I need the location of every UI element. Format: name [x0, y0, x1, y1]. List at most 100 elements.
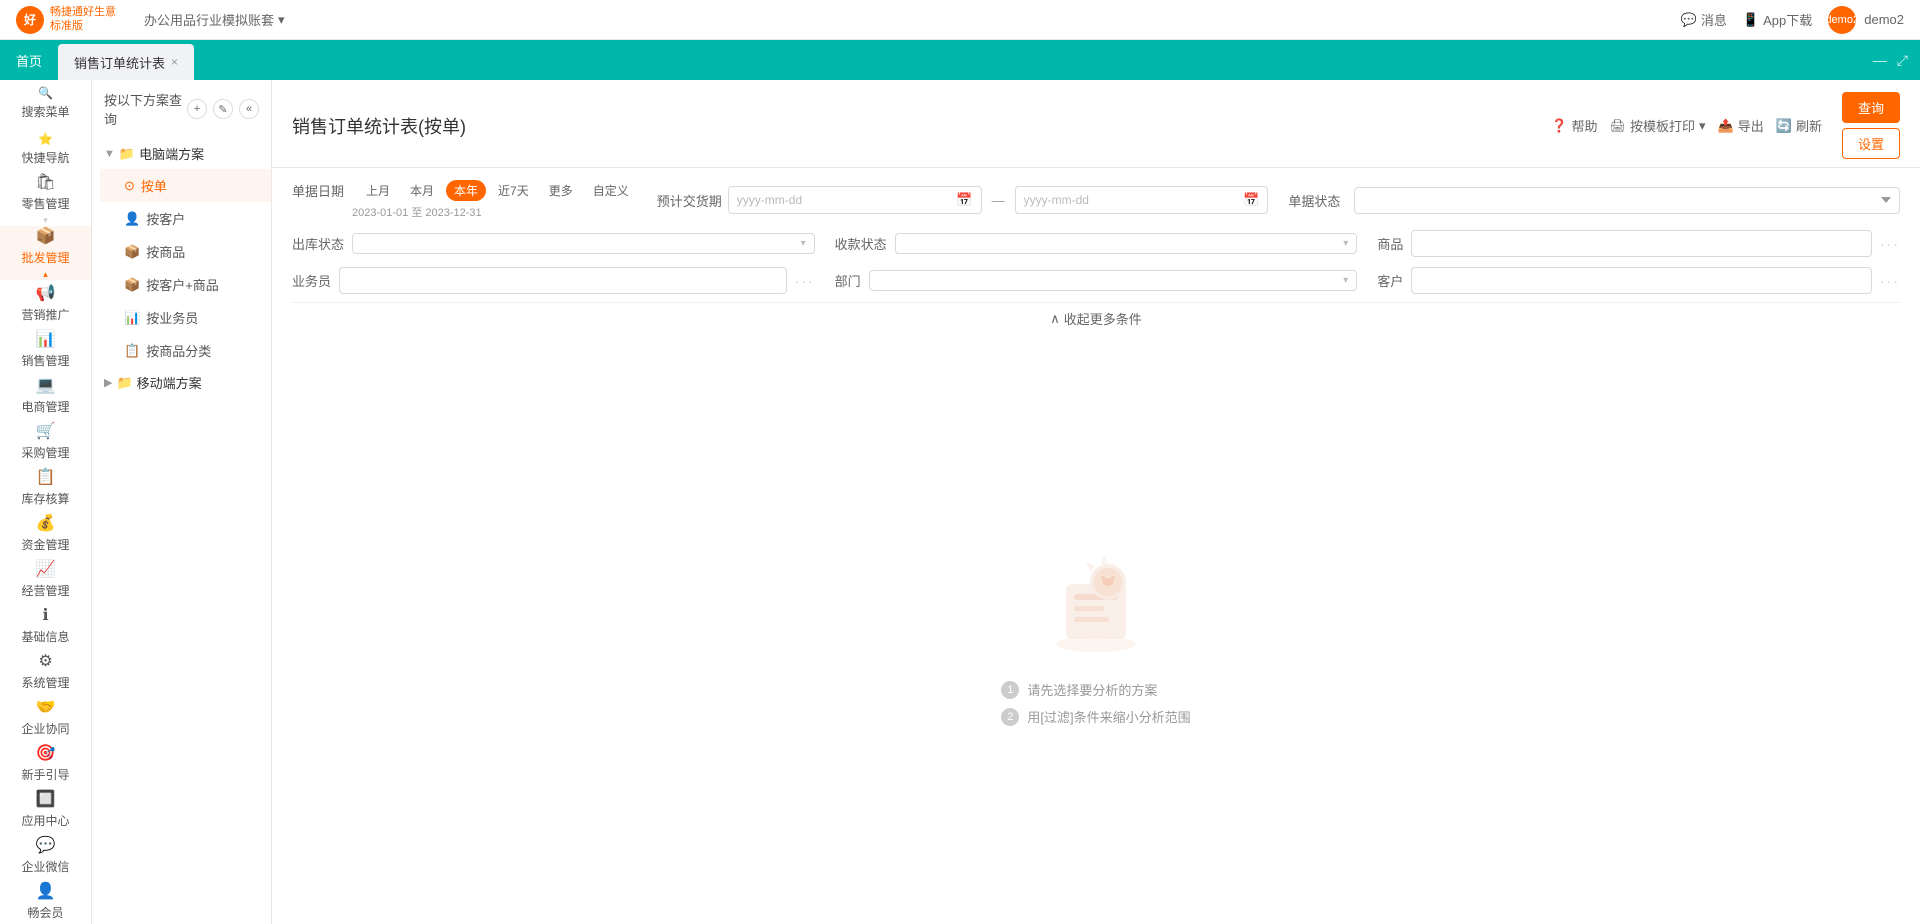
shortcut-this-month[interactable]: 本月 [402, 180, 442, 201]
salesperson-more-button[interactable]: ··· [795, 273, 815, 289]
empty-tip-1: 1 请先选择要分析的方案 [1001, 680, 1190, 699]
empty-state: 1 请先选择要分析的方案 2 用[过滤]条件来缩小分析范围 [272, 346, 1920, 924]
page-title: 销售订单统计表(按单) [292, 113, 466, 139]
salesperson-filter: 业务员 ··· [292, 267, 815, 294]
retail-icon: 🛍 [35, 172, 55, 192]
sidebar-item-marketing[interactable]: 📢 营销推广 [0, 280, 91, 326]
shortcut-this-year[interactable]: 本年 [446, 180, 486, 201]
filter-row-3: 业务员 ··· 部门 ▾ 客户 [292, 267, 1900, 294]
sidebar-item-apps[interactable]: 🔲 应用中心 [0, 786, 91, 832]
goods-filter: 商品 ··· [1377, 230, 1900, 257]
window-maximize-button[interactable]: ⤢ [1897, 52, 1908, 69]
customer-more-button[interactable]: ··· [1880, 273, 1900, 289]
sidebar-item-system[interactable]: ⚙ 系统管理 [0, 648, 91, 694]
search-icon: 🔍 [38, 86, 53, 100]
customer-filter: 客户 ··· [1377, 267, 1900, 294]
setting-button[interactable]: 设置 [1842, 128, 1900, 159]
user-menu[interactable]: demo2 demo2 [1828, 6, 1904, 34]
empty-tips: 1 请先选择要分析的方案 2 用[过滤]条件来缩小分析范围 [1001, 680, 1190, 726]
collapse-filter-button[interactable]: ∧ 收起更多条件 [292, 302, 1900, 334]
expected-date-from[interactable]: yyyy-mm-dd 📅 [728, 186, 982, 214]
shortcut-more[interactable]: 更多 [541, 180, 581, 201]
dept-dropdown-icon: ▾ [1343, 275, 1348, 286]
add-scheme-button[interactable]: + [187, 99, 207, 119]
scheme-item-by-category[interactable]: 📋 按商品分类 [100, 334, 271, 367]
tab-sales-order-summary[interactable]: 销售订单统计表 × [58, 44, 194, 80]
sidebar-item-finance[interactable]: 💰 资金管理 [0, 510, 91, 556]
sidebar-item-purchase[interactable]: 🛒 采购管理 [0, 418, 91, 464]
date-filter: 单据日期 上月 本月 本年 近7天 更多 自定义 2023-01-01 至 20… [292, 180, 637, 220]
delivery-select[interactable]: ▾ [352, 233, 815, 254]
scheme-item-by-customer-goods[interactable]: 📦 按客户+商品 [100, 268, 271, 301]
tree-group-mobile-header[interactable]: ▶ 📁 移动端方案 [92, 367, 271, 398]
sidebar-item-wholesale[interactable]: 📦 批发管理 ▴ [0, 226, 91, 280]
logo-text: 畅捷通好生意 标准版 [50, 6, 116, 32]
sidebar: 🔍 搜索菜单 ⭐ 快捷导航 🛍 零售管理 ▾ 📦 批发管理 ▴ 📢 营销推广 📊… [0, 80, 92, 924]
message-button[interactable]: 💬 消息 [1681, 10, 1727, 29]
marketing-icon: 📢 [36, 283, 56, 303]
scheme-item-by-order[interactable]: ⊙ 按单 [100, 169, 271, 202]
refresh-button[interactable]: 🔄 刷新 [1776, 116, 1822, 135]
sidebar-item-quick-nav[interactable]: ⭐ 快捷导航 [0, 126, 91, 172]
chevron-down-icon: ▾ [278, 12, 285, 28]
tree-group-mobile: ▶ 📁 移动端方案 [92, 367, 271, 398]
goods-input[interactable] [1411, 230, 1872, 257]
sales-icon: 📊 [36, 329, 56, 349]
sidebar-item-ecommerce[interactable]: 💻 电商管理 [0, 372, 91, 418]
basic-icon: ℹ [42, 605, 48, 625]
scheme-item-by-customer[interactable]: 👤 按客户 [100, 202, 271, 235]
expected-date-to[interactable]: yyyy-mm-dd 📅 [1015, 186, 1269, 214]
tab-home[interactable]: 首页 [0, 40, 58, 80]
delivery-filter: 出库状态 ▾ [292, 230, 815, 257]
member-icon: 👤 [36, 881, 56, 901]
shortcut-last-month[interactable]: 上月 [358, 180, 398, 201]
folder-icon-mobile: 📁 [116, 375, 132, 391]
status-select[interactable] [1354, 187, 1900, 214]
sidebar-item-retail[interactable]: 🛍 零售管理 ▾ [0, 172, 91, 226]
export-button[interactable]: 📤 导出 [1718, 116, 1764, 135]
query-button[interactable]: 查询 [1842, 92, 1900, 123]
company-selector[interactable]: 办公用品行业模拟账套 ▾ [144, 10, 285, 29]
customer-input[interactable] [1411, 267, 1872, 294]
edit-scheme-button[interactable]: ✎ [213, 99, 233, 119]
tab-close-button[interactable]: × [171, 55, 178, 69]
collapse-panel-button[interactable]: « [239, 99, 259, 119]
salesperson-input[interactable] [339, 267, 787, 294]
expand-icon: ▼ [104, 148, 115, 160]
tree-group-desktop-header[interactable]: ▼ 📁 电脑端方案 [92, 138, 271, 169]
scheme-item-by-salesperson[interactable]: 📊 按业务员 [100, 301, 271, 334]
receipt-label: 收款状态 [835, 234, 887, 253]
dept-label: 部门 [835, 271, 861, 290]
sidebar-item-collab[interactable]: 🤝 企业协同 [0, 694, 91, 740]
sidebar-item-sales[interactable]: 📊 销售管理 [0, 326, 91, 372]
main-layout: 🔍 搜索菜单 ⭐ 快捷导航 🛍 零售管理 ▾ 📦 批发管理 ▴ 📢 营销推广 📊… [0, 80, 1920, 924]
management-icon: 📈 [36, 559, 56, 579]
help-button[interactable]: ❓ 帮助 [1551, 116, 1597, 135]
goods-more-button[interactable]: ··· [1880, 236, 1900, 252]
left-panel-title: 按以下方案查询 [104, 90, 187, 128]
shortcut-7days[interactable]: 近7天 [490, 180, 537, 201]
date-label: 单据日期 [292, 181, 352, 200]
wholesale-icon: 📦 [36, 226, 56, 246]
shortcut-custom[interactable]: 自定义 [585, 180, 637, 201]
sidebar-item-guide[interactable]: 🎯 新手引导 [0, 740, 91, 786]
tabbar: 首页 销售订单统计表 × — ⤢ [0, 40, 1920, 80]
sidebar-item-wechat[interactable]: 💬 企业微信 [0, 832, 91, 878]
scheme-icon-3: 📦 [124, 277, 140, 293]
content-area: 销售订单统计表(按单) ❓ 帮助 🖨 按模板打印 ▾ 📤 导出 🔄 刷新 [272, 80, 1920, 924]
sidebar-search[interactable]: 🔍 搜索菜单 [0, 80, 91, 126]
app-download-button[interactable]: 📱 App下载 [1743, 10, 1812, 29]
sidebar-item-member[interactable]: 👤 畅会员 [0, 878, 91, 924]
logo-icon: 好 [16, 6, 44, 34]
print-dropdown-icon: ▾ [1699, 118, 1706, 134]
sidebar-item-basic[interactable]: ℹ 基础信息 [0, 602, 91, 648]
print-button[interactable]: 🖨 按模板打印 ▾ [1610, 116, 1706, 135]
receipt-select[interactable]: ▾ [895, 233, 1358, 254]
tree-group-desktop: ▼ 📁 电脑端方案 ⊙ 按单 👤 按客户 📦 按商品 [92, 138, 271, 367]
filter-row-2: 出库状态 ▾ 收款状态 ▾ [292, 230, 1900, 257]
dept-select[interactable]: ▾ [869, 270, 1358, 291]
sidebar-item-inventory[interactable]: 📋 库存核算 [0, 464, 91, 510]
sidebar-item-management[interactable]: 📈 经营管理 [0, 556, 91, 602]
scheme-item-by-goods[interactable]: 📦 按商品 [100, 235, 271, 268]
window-minimize-button[interactable]: — [1873, 52, 1887, 68]
